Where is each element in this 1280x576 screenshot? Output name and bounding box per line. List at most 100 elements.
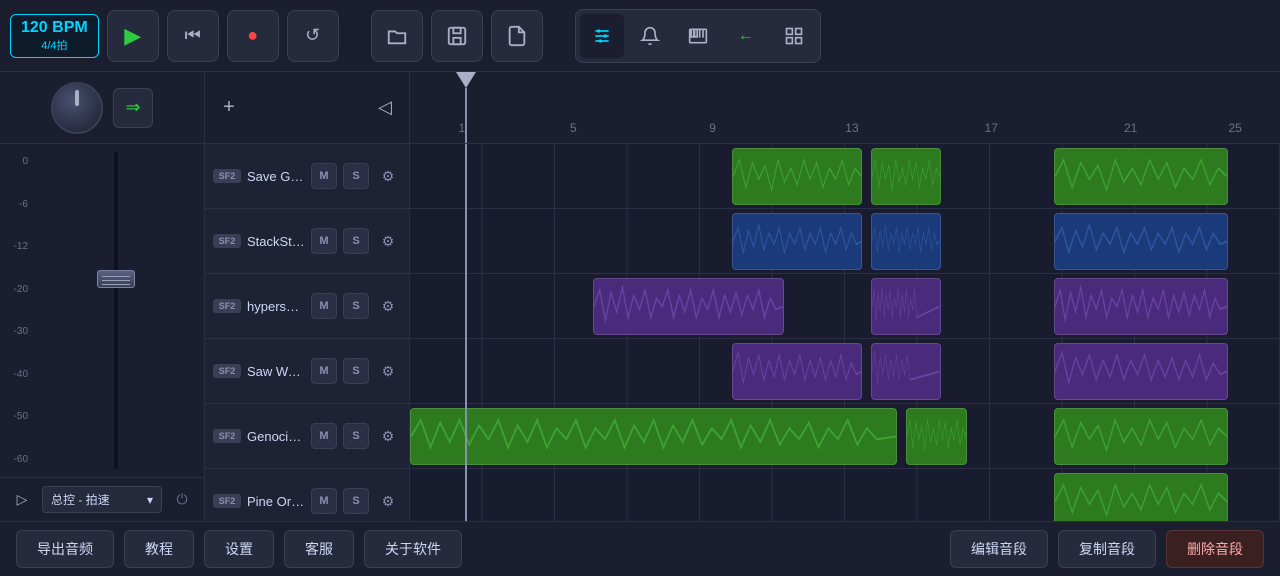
table-row bbox=[410, 339, 1280, 404]
mixer-button[interactable] bbox=[580, 14, 624, 58]
bell-button[interactable] bbox=[628, 14, 672, 58]
delete-segment-button[interactable]: 删除音段 bbox=[1166, 530, 1264, 568]
track-settings-button[interactable]: ⚙ bbox=[375, 423, 401, 449]
clip[interactable] bbox=[593, 278, 784, 335]
ruler-mark-17: 17 bbox=[922, 121, 1061, 135]
fader-handle[interactable] bbox=[97, 270, 135, 288]
back-button[interactable]: ◁ bbox=[369, 92, 401, 124]
clip[interactable] bbox=[1054, 343, 1228, 400]
clip[interactable] bbox=[1054, 278, 1228, 335]
solo-button[interactable]: S bbox=[343, 423, 369, 449]
clip[interactable] bbox=[1054, 148, 1228, 205]
power-button[interactable]: ⏻ bbox=[168, 486, 196, 514]
ruler-mark-5: 5 bbox=[504, 121, 643, 135]
time-signature: 4/4拍 bbox=[21, 37, 88, 53]
mute-button[interactable]: M bbox=[311, 358, 337, 384]
mute-button[interactable]: M bbox=[311, 228, 337, 254]
master-select-label: 总控 - 拍速 bbox=[51, 491, 110, 508]
left-ctrl-btn[interactable]: ⇒ bbox=[113, 88, 153, 128]
track-item: SF2 hypersawwave M S ⚙ bbox=[205, 274, 409, 339]
clip[interactable] bbox=[732, 213, 863, 270]
track-name: Pine Organ bbox=[247, 494, 305, 509]
rewind-button[interactable]: ⏮ bbox=[167, 10, 219, 62]
edit-segment-button[interactable]: 编辑音段 bbox=[950, 530, 1048, 568]
tutorial-button[interactable]: 教程 bbox=[124, 530, 194, 568]
bpm-display[interactable]: 120 BPM 4/4拍 bbox=[10, 14, 99, 58]
left-panel: ⇒ 0 -6 -12 -20 -30 -40 -50 -60 bbox=[0, 72, 205, 521]
about-button[interactable]: 关于软件 bbox=[364, 530, 462, 568]
support-button[interactable]: 客服 bbox=[284, 530, 354, 568]
master-arrow-btn[interactable]: ▷ bbox=[8, 486, 36, 514]
solo-button[interactable]: S bbox=[343, 163, 369, 189]
sf2-badge: SF2 bbox=[213, 169, 241, 183]
track-settings-button[interactable]: ⚙ bbox=[375, 293, 401, 319]
tracks-content[interactable] bbox=[410, 144, 1280, 521]
track-name: Genocide Guitar bbox=[247, 429, 305, 444]
clip[interactable] bbox=[871, 148, 941, 205]
clip[interactable] bbox=[906, 408, 967, 465]
fader-container bbox=[36, 152, 196, 469]
solo-button[interactable]: S bbox=[343, 293, 369, 319]
mute-button[interactable]: M bbox=[311, 488, 337, 514]
track-settings-button[interactable]: ⚙ bbox=[375, 488, 401, 514]
clip[interactable] bbox=[1054, 408, 1228, 465]
timeline-area: 1 5 9 13 17 21 25 bbox=[410, 72, 1280, 521]
clip[interactable] bbox=[1054, 213, 1228, 270]
clip[interactable] bbox=[1054, 473, 1228, 521]
master-knob[interactable] bbox=[51, 82, 103, 134]
master-controls: ▷ 总控 - 拍速 ▾ ⏻ bbox=[0, 477, 204, 521]
solo-button[interactable]: S bbox=[343, 228, 369, 254]
record-button[interactable]: ● bbox=[227, 10, 279, 62]
ruler-marks: 1 5 9 13 17 21 25 bbox=[410, 121, 1280, 135]
save-button[interactable] bbox=[431, 10, 483, 62]
export-audio-button[interactable]: 导出音频 bbox=[16, 530, 114, 568]
main-area: ⇒ 0 -6 -12 -20 -30 -40 -50 -60 bbox=[0, 72, 1280, 521]
settings-button[interactable]: 设置 bbox=[204, 530, 274, 568]
grid-button[interactable] bbox=[772, 14, 816, 58]
mute-button[interactable]: M bbox=[311, 293, 337, 319]
left-controls: ⇒ bbox=[0, 72, 204, 144]
sf2-badge: SF2 bbox=[213, 234, 241, 248]
track-list: + ◁ SF2 Save Guitar M S ⚙ SF2 StackStrin… bbox=[205, 72, 410, 521]
clip[interactable] bbox=[410, 408, 897, 465]
solo-button[interactable]: S bbox=[343, 488, 369, 514]
track-item: SF2 Pine Organ M S ⚙ bbox=[205, 469, 409, 521]
master-select[interactable]: 总控 - 拍速 ▾ bbox=[42, 486, 162, 513]
tool-group: ← bbox=[575, 9, 821, 63]
sf2-badge: SF2 bbox=[213, 299, 241, 313]
track-settings-button[interactable]: ⚙ bbox=[375, 228, 401, 254]
track-item: SF2 Genocide Guitar M S ⚙ bbox=[205, 404, 409, 469]
clip[interactable] bbox=[732, 148, 863, 205]
track-settings-button[interactable]: ⚙ bbox=[375, 358, 401, 384]
loop-button[interactable]: ↺ bbox=[287, 10, 339, 62]
clip[interactable] bbox=[732, 343, 863, 400]
ruler-mark-21: 21 bbox=[1061, 121, 1200, 135]
center-area: + ◁ SF2 Save Guitar M S ⚙ SF2 StackStrin… bbox=[205, 72, 1280, 521]
master-select-arrow: ▾ bbox=[147, 493, 153, 507]
clip[interactable] bbox=[871, 213, 941, 270]
track-item: SF2 Save Guitar M S ⚙ bbox=[205, 144, 409, 209]
track-name: Saw Wave bbox=[247, 364, 305, 379]
mute-button[interactable]: M bbox=[311, 163, 337, 189]
play-button[interactable]: ▶ bbox=[107, 10, 159, 62]
add-track-button[interactable]: + bbox=[213, 92, 245, 124]
table-row bbox=[410, 404, 1280, 469]
track-item: SF2 StackStrings M S ⚙ bbox=[205, 209, 409, 274]
ruler-mark-1: 1 bbox=[420, 121, 504, 135]
clip[interactable] bbox=[871, 278, 941, 335]
fader-track[interactable] bbox=[114, 152, 118, 469]
track-settings-button[interactable]: ⚙ bbox=[375, 163, 401, 189]
export-doc-button[interactable] bbox=[491, 10, 543, 62]
piano-button[interactable] bbox=[676, 14, 720, 58]
sf2-badge: SF2 bbox=[213, 429, 241, 443]
copy-segment-button[interactable]: 复制音段 bbox=[1058, 530, 1156, 568]
timeline-ruler: 1 5 9 13 17 21 25 bbox=[410, 72, 1280, 144]
folder-button[interactable] bbox=[371, 10, 423, 62]
solo-button[interactable]: S bbox=[343, 358, 369, 384]
table-row bbox=[410, 144, 1280, 209]
snap-button[interactable]: ← bbox=[724, 14, 768, 58]
ruler-mark-25: 25 bbox=[1200, 121, 1270, 135]
mute-button[interactable]: M bbox=[311, 423, 337, 449]
clip[interactable] bbox=[871, 343, 941, 400]
playhead[interactable] bbox=[465, 72, 467, 143]
